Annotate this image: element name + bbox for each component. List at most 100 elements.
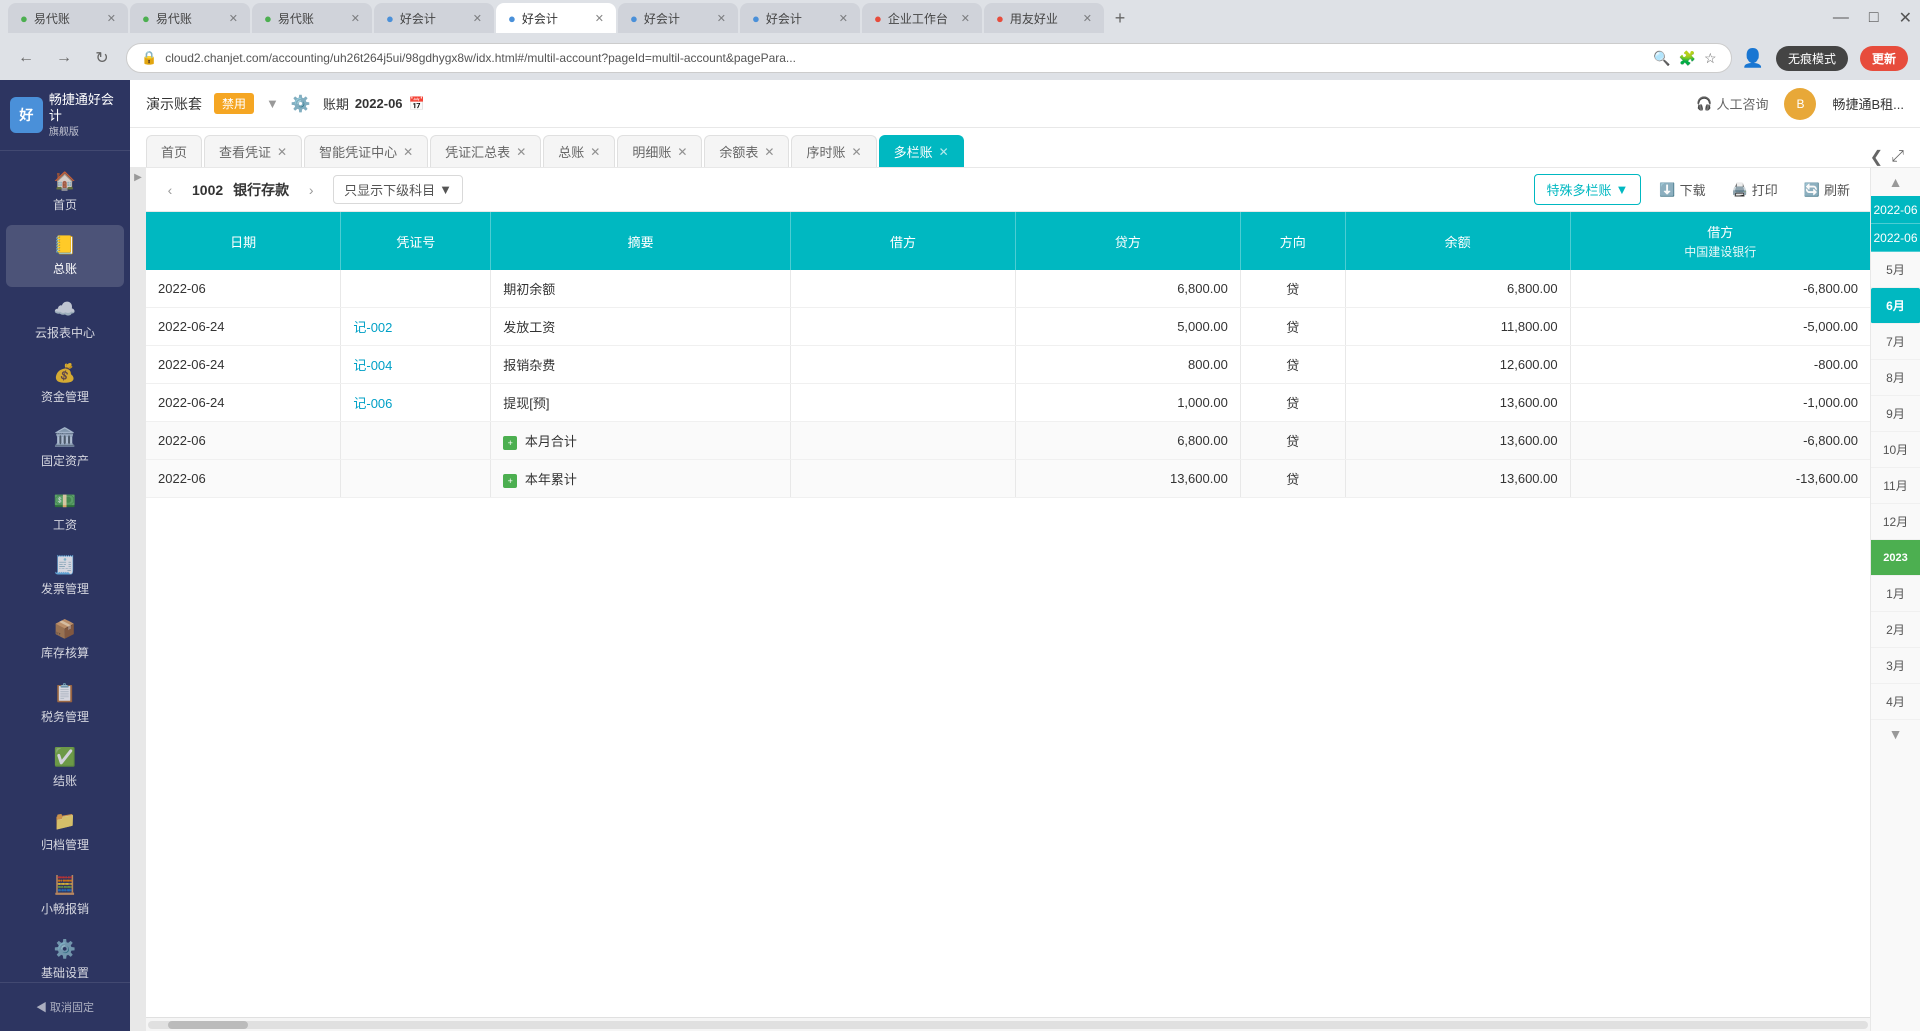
cal-up-button[interactable]: ▲: [1871, 168, 1920, 196]
tab-view-voucher-close[interactable]: ✕: [277, 145, 287, 159]
sidebar-item-settings[interactable]: ⚙️ 基础设置: [6, 929, 124, 982]
sidebar-item-invoice[interactable]: 🧾 发票管理: [6, 545, 124, 607]
tab-haokuaiji-2[interactable]: ● 好会计 ✕: [618, 3, 738, 33]
sidebar-item-salary[interactable]: 💵 工资: [6, 481, 124, 543]
tab-yidaizhang-3[interactable]: ● 易代账 ✕: [252, 3, 372, 33]
refresh-button[interactable]: 🔄 刷新: [1796, 175, 1858, 204]
print-button[interactable]: 🖨️ 打印: [1724, 175, 1786, 204]
sidebar-item-archive[interactable]: 📁 归档管理: [6, 801, 124, 863]
calendar-month-feb[interactable]: 2月: [1871, 612, 1920, 648]
left-scroll-indicator[interactable]: ▶: [130, 168, 146, 1031]
sidebar-item-inventory[interactable]: 📦 库存核算: [6, 609, 124, 671]
pin-button[interactable]: ◀ 取消固定: [6, 993, 124, 1021]
consult-button[interactable]: 🎧 人工咨询: [1696, 94, 1768, 113]
tab-close-6[interactable]: ✕: [717, 12, 726, 25]
tab-sequence-close[interactable]: ✕: [852, 145, 862, 159]
sidebar-item-closing[interactable]: ✅ 结账: [6, 737, 124, 799]
tab-sequence[interactable]: 序时账 ✕: [791, 135, 876, 167]
calendar-icon[interactable]: 📅: [409, 96, 425, 112]
user-avatar[interactable]: B: [1784, 88, 1816, 120]
voucher-link-3[interactable]: 记-006: [353, 396, 392, 411]
next-account-button[interactable]: ›: [299, 178, 323, 202]
calendar-month-jun[interactable]: 6月: [1871, 288, 1920, 324]
download-button[interactable]: ⬇️ 下载: [1651, 175, 1713, 204]
settings-gear-icon[interactable]: ⚙️: [291, 94, 311, 114]
subject-filter-dropdown[interactable]: 只显示下级科目 ▼: [333, 175, 463, 204]
address-bar[interactable]: 🔒 cloud2.chanjet.com/accounting/uh26t264…: [126, 43, 1732, 73]
prev-account-button[interactable]: ‹: [158, 178, 182, 202]
sidebar-item-home[interactable]: 🏠 首页: [6, 161, 124, 223]
wuhen-mode-button[interactable]: 无痕模式: [1776, 46, 1848, 71]
sidebar-item-assets[interactable]: 🏛️ 固定资产: [6, 417, 124, 479]
voucher-link-2[interactable]: 记-004: [353, 358, 392, 373]
tab-yidaizhang-2[interactable]: ● 易代账 ✕: [130, 3, 250, 33]
calendar-month-apr[interactable]: 4月: [1871, 684, 1920, 720]
tab-enterprise[interactable]: ● 企业工作台 ✕: [862, 3, 982, 33]
calendar-month-nov[interactable]: 11月: [1871, 468, 1920, 504]
tab-home[interactable]: 首页: [146, 135, 202, 167]
tab-close-3[interactable]: ✕: [351, 12, 360, 25]
minimize-icon[interactable]: —: [1833, 9, 1849, 27]
back-button[interactable]: ←: [12, 44, 40, 72]
chevron-down-icon[interactable]: ▼: [266, 96, 279, 111]
tab-multi-column-close[interactable]: ✕: [939, 145, 949, 159]
calendar-month-mar[interactable]: 3月: [1871, 648, 1920, 684]
tab-close-7[interactable]: ✕: [839, 12, 848, 25]
forward-button[interactable]: →: [50, 44, 78, 72]
scrollbar-thumb[interactable]: [168, 1021, 248, 1029]
cal-down-button[interactable]: ▼: [1871, 720, 1920, 748]
tab-haokuaiji-1[interactable]: ● 好会计 ✕: [374, 3, 494, 33]
tab-multi-column[interactable]: 多栏账 ✕: [879, 135, 964, 167]
account-tag[interactable]: 禁用: [214, 93, 254, 114]
sidebar-item-expense[interactable]: 🧮 小畅报销: [6, 865, 124, 927]
search-icon[interactable]: 🔍: [1653, 50, 1670, 67]
tab-smart-voucher-close[interactable]: ✕: [403, 145, 413, 159]
close-window-icon[interactable]: ✕: [1899, 8, 1912, 28]
calendar-month-oct[interactable]: 10月: [1871, 432, 1920, 468]
tab-yidaizhang-1[interactable]: ● 易代账 ✕: [8, 3, 128, 33]
sidebar-item-tax[interactable]: 📋 税务管理: [6, 673, 124, 735]
maximize-icon[interactable]: □: [1869, 9, 1879, 27]
scrollbar-track[interactable]: [148, 1021, 1868, 1029]
tab-smart-voucher-label: 智能凭证中心: [319, 142, 397, 161]
tab-collapse-left-icon[interactable]: ❮: [1870, 147, 1883, 167]
sidebar-item-cloudreport[interactable]: ☁️ 云报表中心: [6, 289, 124, 351]
extension-icon[interactable]: 🧩: [1679, 50, 1696, 67]
calendar-year-2023[interactable]: 2023: [1871, 540, 1920, 576]
tab-close-2[interactable]: ✕: [229, 12, 238, 25]
tab-expand-icon[interactable]: ⤢: [1891, 148, 1904, 166]
calendar-month-dec[interactable]: 12月: [1871, 504, 1920, 540]
star-icon[interactable]: ☆: [1704, 50, 1717, 67]
calendar-month-may[interactable]: 5月: [1871, 252, 1920, 288]
voucher-link-1[interactable]: 记-002: [353, 320, 392, 335]
calendar-month-jul[interactable]: 7月: [1871, 324, 1920, 360]
sidebar-item-ledger[interactable]: 📒 总账: [6, 225, 124, 287]
tab-haokuaiji-active[interactable]: ● 好会计 ✕: [496, 3, 616, 33]
tab-view-voucher[interactable]: 查看凭证 ✕: [204, 135, 302, 167]
profile-icon[interactable]: 👤: [1742, 48, 1764, 69]
tab-voucher-summary[interactable]: 凭证汇总表 ✕: [430, 135, 541, 167]
tab-add-button[interactable]: +: [1106, 4, 1134, 32]
calendar-month-aug[interactable]: 8月: [1871, 360, 1920, 396]
tab-close-5[interactable]: ✕: [595, 12, 604, 25]
calendar-month-jan[interactable]: 1月: [1871, 576, 1920, 612]
tab-voucher-summary-close[interactable]: ✕: [516, 145, 526, 159]
tab-balance[interactable]: 余额表 ✕: [704, 135, 789, 167]
tab-general-ledger-close[interactable]: ✕: [590, 145, 600, 159]
tab-general-ledger[interactable]: 总账 ✕: [543, 135, 615, 167]
tab-close-4[interactable]: ✕: [473, 12, 482, 25]
tab-detail-ledger[interactable]: 明细账 ✕: [617, 135, 702, 167]
tab-close-8[interactable]: ✕: [961, 12, 970, 25]
calendar-month-sep[interactable]: 9月: [1871, 396, 1920, 432]
sidebar-item-funds[interactable]: 💰 资金管理: [6, 353, 124, 415]
tab-close-9[interactable]: ✕: [1083, 12, 1092, 25]
tab-haokuaiji-3[interactable]: ● 好会计 ✕: [740, 3, 860, 33]
update-button[interactable]: 更新: [1860, 46, 1908, 71]
tab-balance-close[interactable]: ✕: [764, 145, 774, 159]
special-multi-button[interactable]: 特殊多栏账 ▼: [1534, 174, 1642, 205]
tab-youyou[interactable]: ● 用友好业 ✕: [984, 3, 1104, 33]
tab-detail-ledger-close[interactable]: ✕: [677, 145, 687, 159]
tab-close-1[interactable]: ✕: [107, 12, 116, 25]
reload-button[interactable]: ↻: [88, 44, 116, 72]
tab-smart-voucher[interactable]: 智能凭证中心 ✕: [304, 135, 428, 167]
